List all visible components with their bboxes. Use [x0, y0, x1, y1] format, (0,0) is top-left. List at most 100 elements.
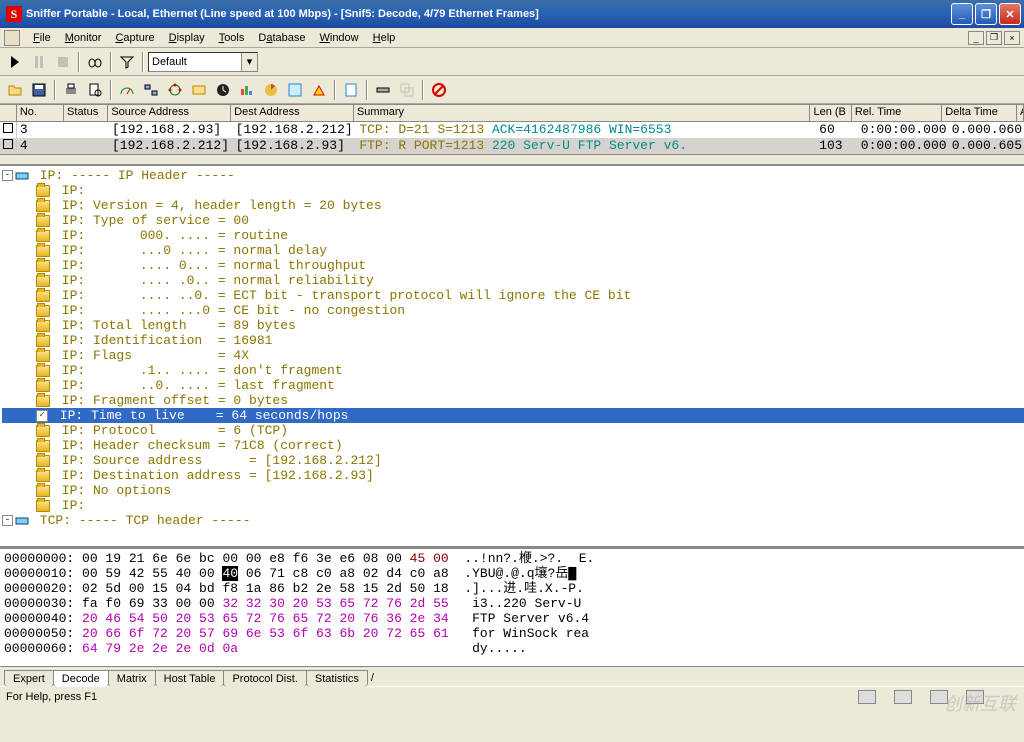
folder-icon: [36, 425, 50, 437]
mdi-min-button[interactable]: _: [968, 31, 984, 45]
tree-node[interactable]: IP: Protocol = 6 (TCP): [2, 423, 1024, 438]
menu-window[interactable]: Window: [312, 30, 365, 46]
tree-node[interactable]: ✓ IP: Time to live = 64 seconds/hops: [2, 408, 1024, 423]
tree-node[interactable]: IP: Fragment offset = 0 bytes: [2, 393, 1024, 408]
hex-row[interactable]: 00000000: 00 19 21 6e 6e bc 00 00 e8 f6 …: [4, 551, 1020, 566]
packet-row[interactable]: 3[192.168.2.93][192.168.2.212]TCP: D=21 …: [0, 122, 1024, 138]
status-icon-2[interactable]: [894, 690, 912, 704]
tree-node[interactable]: IP: Source address = [192.168.2.212]: [2, 453, 1024, 468]
col-dst[interactable]: Dest Address: [231, 105, 354, 121]
tree-node[interactable]: IP: Header checksum = 71C8 (correct): [2, 438, 1024, 453]
tree-node[interactable]: IP: .1.. .... = don't fragment: [2, 363, 1024, 378]
packet-hscroll[interactable]: [0, 154, 1024, 164]
play-button[interactable]: [4, 51, 26, 73]
app-resp-icon[interactable]: [188, 79, 210, 101]
tree-node[interactable]: IP: .... ..0. = ECT bit - transport prot…: [2, 288, 1024, 303]
mdi-restore-button[interactable]: ❐: [986, 31, 1002, 45]
hex-row[interactable]: 00000040: 20 46 54 50 20 53 65 72 76 65 …: [4, 611, 1020, 626]
col-no[interactable]: No.: [17, 105, 64, 121]
col-len[interactable]: Len (B: [810, 105, 851, 121]
hex-row[interactable]: 00000010: 00 59 42 55 40 00 40 06 71 c8 …: [4, 566, 1020, 581]
tree-node[interactable]: IP: Identification = 16981: [2, 333, 1024, 348]
titlebar: S Sniffer Portable - Local, Ethernet (Li…: [0, 0, 1024, 28]
col-abs[interactable]: Abs. Time: [1017, 105, 1024, 121]
tab-host-table[interactable]: Host Table: [155, 670, 225, 687]
hex-pane[interactable]: 00000000: 00 19 21 6e 6e bc 00 00 e8 f6 …: [0, 546, 1024, 666]
tab-statistics[interactable]: Statistics: [306, 670, 368, 687]
col-delta[interactable]: Delta Time: [942, 105, 1017, 121]
close-button[interactable]: ✕: [999, 3, 1021, 25]
stop-capture-icon[interactable]: [428, 79, 450, 101]
folder-icon: [36, 185, 50, 197]
tree-node[interactable]: IP: Flags = 4X: [2, 348, 1024, 363]
preview-icon[interactable]: [84, 79, 106, 101]
tab-protocol-dist-[interactable]: Protocol Dist.: [223, 670, 306, 687]
folder-icon: [36, 215, 50, 227]
folder-icon: [36, 275, 50, 287]
mdi-doc-icon[interactable]: [4, 30, 20, 46]
arp-icon[interactable]: [284, 79, 306, 101]
hex-row[interactable]: 00000060: 64 79 2e 2e 2e 0d 0a dy.....: [4, 641, 1020, 656]
tree-node[interactable]: IP: No options: [2, 483, 1024, 498]
menu-capture[interactable]: Capture: [108, 30, 161, 46]
col-summary[interactable]: Summary: [354, 105, 811, 121]
protocol-icon[interactable]: [236, 79, 258, 101]
tree-node[interactable]: IP: Type of service = 00: [2, 213, 1024, 228]
menu-display[interactable]: Display: [162, 30, 212, 46]
binocular-icon[interactable]: [84, 51, 106, 73]
tree-node[interactable]: IP:: [2, 183, 1024, 198]
print-icon[interactable]: [60, 79, 82, 101]
status-icon-1[interactable]: [858, 690, 876, 704]
tree-node[interactable]: IP: ...0 .... = normal delay: [2, 243, 1024, 258]
alarm-icon[interactable]: [308, 79, 330, 101]
menu-file[interactable]: File: [26, 30, 58, 46]
col-rel[interactable]: Rel. Time: [852, 105, 942, 121]
tree-node[interactable]: IP: 000. .... = routine: [2, 228, 1024, 243]
size-dist-icon[interactable]: [260, 79, 282, 101]
address-book-icon[interactable]: [340, 79, 362, 101]
hex-row[interactable]: 00000050: 20 66 6f 72 20 57 69 6e 53 6f …: [4, 626, 1020, 641]
folder-icon: [36, 500, 50, 512]
tree-node[interactable]: IP: .... .0.. = normal reliability: [2, 273, 1024, 288]
tree-node[interactable]: IP: Version = 4, header length = 20 byte…: [2, 198, 1024, 213]
filter-icon[interactable]: [116, 51, 138, 73]
tree-node[interactable]: IP: .... 0... = normal throughput: [2, 258, 1024, 273]
tree-node[interactable]: IP: ..0. .... = last fragment: [2, 378, 1024, 393]
menu-database[interactable]: Database: [251, 30, 312, 46]
maximize-button[interactable]: ❐: [975, 3, 997, 25]
hosts-icon[interactable]: [140, 79, 162, 101]
tree-node[interactable]: IP:: [2, 498, 1024, 513]
open-icon[interactable]: [4, 79, 26, 101]
packet-row[interactable]: 4[192.168.2.212][192.168.2.93]FTP: R POR…: [0, 138, 1024, 154]
col-src[interactable]: Source Address: [108, 105, 231, 121]
menu-help[interactable]: Help: [366, 30, 403, 46]
matrix-icon[interactable]: [164, 79, 186, 101]
hex-row[interactable]: 00000020: 02 5d 00 15 04 bd f8 1a 86 b2 …: [4, 581, 1020, 596]
pause-button[interactable]: [28, 51, 50, 73]
save-icon[interactable]: [28, 79, 50, 101]
status-bar: For Help, press F1: [0, 686, 1024, 706]
col-status[interactable]: Status: [64, 105, 108, 121]
hex-row[interactable]: 00000030: fa f0 69 33 00 00 32 32 30 20 …: [4, 596, 1020, 611]
tree-node[interactable]: - TCP: ----- TCP header -----: [2, 513, 1024, 528]
filter-combo[interactable]: Default▾: [148, 52, 258, 72]
tree-node[interactable]: IP: Total length = 89 bytes: [2, 318, 1024, 333]
folder-icon: [36, 320, 50, 332]
dashboard-icon[interactable]: [116, 79, 138, 101]
switch-icon[interactable]: [372, 79, 394, 101]
tree-node[interactable]: IP: .... ...0 = CE bit - no congestion: [2, 303, 1024, 318]
tree-node[interactable]: IP: Destination address = [192.168.2.93]: [2, 468, 1024, 483]
tab-decode[interactable]: Decode: [53, 670, 109, 687]
tab-matrix[interactable]: Matrix: [108, 670, 156, 687]
tree-node[interactable]: - IP: ----- IP Header -----: [2, 168, 1024, 183]
tab-expert[interactable]: Expert: [4, 670, 54, 687]
decode-tree[interactable]: - IP: ----- IP Header ----- IP: IP: Vers…: [0, 164, 1024, 546]
cascade-icon[interactable]: [396, 79, 418, 101]
stop-button[interactable]: [52, 51, 74, 73]
folder-icon: [36, 260, 50, 272]
menu-monitor[interactable]: Monitor: [58, 30, 109, 46]
menu-tools[interactable]: Tools: [212, 30, 252, 46]
history-icon[interactable]: [212, 79, 234, 101]
mdi-close-button[interactable]: ×: [1004, 31, 1020, 45]
minimize-button[interactable]: _: [951, 3, 973, 25]
